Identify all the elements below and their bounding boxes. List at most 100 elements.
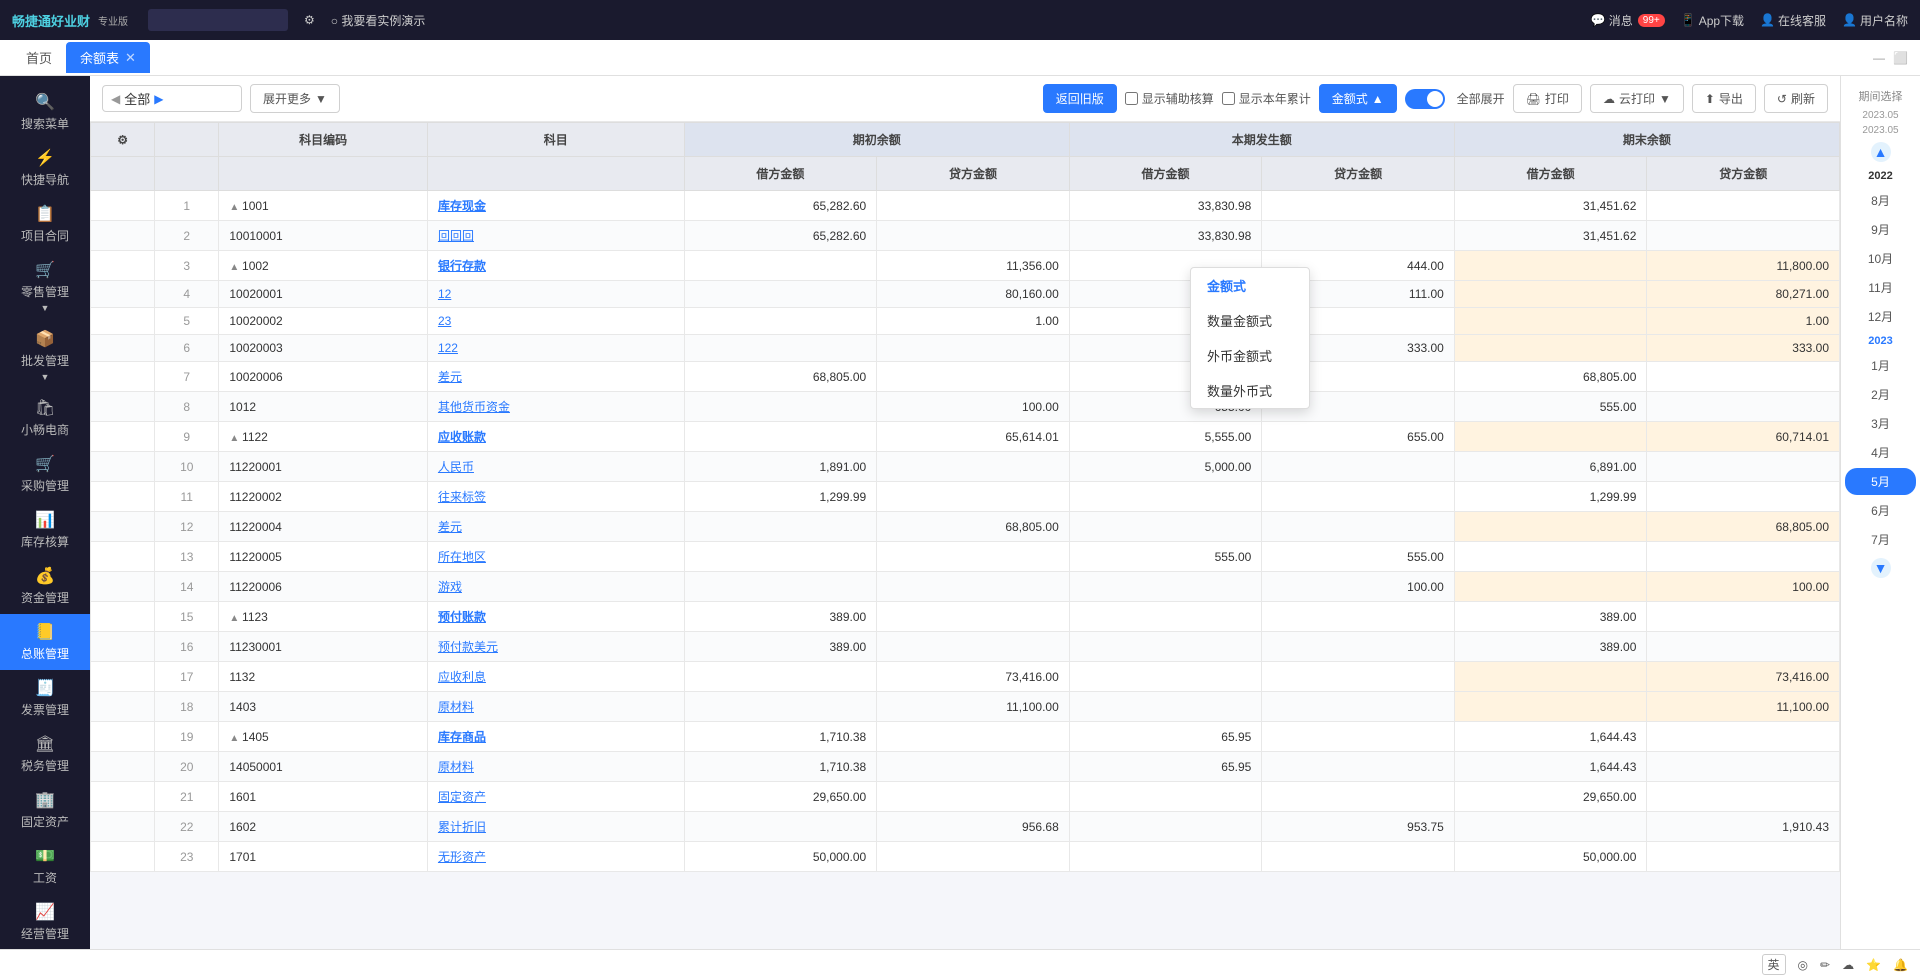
date-month-oct[interactable]: 10月 (1845, 245, 1916, 272)
amount-mode-button[interactable]: 金额式 ▲ (1319, 84, 1397, 113)
date-month-jul[interactable]: 7月 (1845, 526, 1916, 553)
cell-closing-credit: 1,910.43 (1647, 812, 1840, 842)
user-avatar[interactable]: 👤 用户名称 (1842, 12, 1908, 29)
sidebar-item-ecommerce[interactable]: 🛍 小畅电商 (0, 390, 90, 446)
export-button[interactable]: ⬆ 导出 (1692, 84, 1756, 113)
tab-home[interactable]: 首页 (12, 42, 66, 73)
refresh-button[interactable]: ↺ 刷新 (1764, 84, 1828, 113)
bottom-icon-lang[interactable]: 英 (1762, 954, 1786, 975)
dropdown-item-quantity-amount[interactable]: 数量金额式 (1191, 303, 1309, 338)
tab-close-icon[interactable]: ✕ (125, 50, 136, 66)
cell-opening-debit (684, 422, 877, 452)
date-month-jun[interactable]: 6月 (1845, 497, 1916, 524)
show-auxiliary-checkbox[interactable]: 显示辅助核算 (1125, 90, 1214, 107)
sidebar-item-invoice[interactable]: 🧾 发票管理 (0, 670, 90, 726)
bottom-icon-target[interactable]: ◎ (1798, 958, 1808, 972)
subject-link[interactable]: 12 (438, 287, 451, 301)
cell-setting (91, 452, 155, 482)
cell-opening-credit: 100.00 (877, 392, 1070, 422)
subject-link[interactable]: 库存现金 (438, 199, 486, 213)
tab-balance[interactable]: 余额表 ✕ (66, 42, 150, 73)
subject-link[interactable]: 应收账款 (438, 430, 486, 444)
settings-icon[interactable]: ⚙ (304, 13, 315, 27)
bottom-icon-star[interactable]: ⭐ (1866, 958, 1881, 972)
subject-link[interactable]: 122 (438, 341, 458, 355)
top-bar-center: ⚙ ○ 我要看实例演示 (148, 9, 425, 31)
sidebar-item-search[interactable]: 🔍 搜索菜单 (0, 84, 90, 140)
cloud-icon: ☁ (1603, 92, 1615, 106)
subject-link[interactable]: 原材料 (438, 760, 474, 774)
subject-link[interactable]: 23 (438, 314, 451, 328)
cell-closing-credit (1647, 482, 1840, 512)
print-button[interactable]: 🖨 打印 (1513, 84, 1582, 113)
subject-link[interactable]: 其他货币资金 (438, 400, 510, 414)
cell-current-credit: 953.75 (1262, 812, 1455, 842)
sidebar-item-finance[interactable]: 💰 资金管理 (0, 558, 90, 614)
sidebar-item-ledger[interactable]: 📒 总账管理 (0, 614, 90, 670)
subject-link[interactable]: 预付账款 (438, 610, 486, 624)
date-month-may[interactable]: 5月 (1845, 468, 1916, 495)
sidebar-item-management[interactable]: 📈 经营管理 (0, 894, 90, 949)
search-right-icon[interactable]: ▶ (154, 92, 163, 106)
sidebar-item-retail[interactable]: 🛒 零售管理 ▼ (0, 252, 90, 321)
expand-more-button[interactable]: 展开更多 ▼ (250, 84, 340, 113)
cell-current-debit: 5,000.00 (1069, 452, 1262, 482)
top-search-input[interactable] (148, 9, 288, 31)
subject-link[interactable]: 固定资产 (438, 790, 486, 804)
table-body: 1 ▲ 1001 库存现金 65,282.60 33,830.98 31,451… (91, 191, 1840, 872)
sidebar-item-inventory[interactable]: 📊 库存核算 (0, 502, 90, 558)
date-next-btn[interactable]: ▼ (1871, 558, 1891, 578)
demo-link[interactable]: ○ 我要看实例演示 (331, 12, 426, 29)
subject-link[interactable]: 差元 (438, 370, 462, 384)
date-month-mar[interactable]: 3月 (1845, 410, 1916, 437)
dropdown-item-amount[interactable]: 金额式 (1191, 268, 1309, 303)
show-year-total-checkbox[interactable]: 显示本年累计 (1222, 90, 1311, 107)
subject-link[interactable]: 累计折旧 (438, 820, 486, 834)
bottom-icon-cloud[interactable]: ☁ (1842, 958, 1854, 972)
maximize-icon[interactable]: ⬜ (1893, 51, 1908, 65)
subject-link[interactable]: 银行存款 (438, 259, 486, 273)
sidebar-item-assets[interactable]: 🏢 固定资产 (0, 782, 90, 838)
date-month-feb[interactable]: 2月 (1845, 381, 1916, 408)
return-old-button[interactable]: 返回旧版 (1043, 84, 1117, 113)
date-month-jan[interactable]: 1月 (1845, 352, 1916, 379)
sidebar-item-salary[interactable]: 💵 工资 (0, 838, 90, 894)
subject-link[interactable]: 所在地区 (438, 550, 486, 564)
message-button[interactable]: 💬 消息 99+ (1591, 12, 1665, 29)
subject-link[interactable]: 游戏 (438, 580, 462, 594)
subject-link[interactable]: 差元 (438, 520, 462, 534)
date-prev-btn[interactable]: ▲ (1871, 142, 1891, 162)
dropdown-item-quantity-foreign[interactable]: 数量外币式 (1191, 373, 1309, 408)
subject-link[interactable]: 原材料 (438, 700, 474, 714)
sidebar-item-wholesale[interactable]: 📦 批发管理 ▼ (0, 321, 90, 390)
date-month-dec[interactable]: 12月 (1845, 303, 1916, 330)
cell-opening-credit: 73,416.00 (877, 662, 1070, 692)
cell-closing-credit (1647, 722, 1840, 752)
subject-link[interactable]: 往来标签 (438, 490, 486, 504)
subject-link[interactable]: 预付款美元 (438, 640, 498, 654)
sidebar-item-quick-nav[interactable]: ⚡ 快捷导航 (0, 140, 90, 196)
sidebar-item-tax[interactable]: 🏛 税务管理 (0, 726, 90, 782)
date-month-aug[interactable]: 8月 (1845, 187, 1916, 214)
subject-link[interactable]: 无形资产 (438, 850, 486, 864)
cell-opening-credit: 65,614.01 (877, 422, 1070, 452)
dropdown-item-foreign-amount[interactable]: 外币金额式 (1191, 338, 1309, 373)
cloud-print-button[interactable]: ☁ 云打印 ▼ (1590, 84, 1684, 113)
date-month-sep[interactable]: 9月 (1845, 216, 1916, 243)
subject-link[interactable]: 人民币 (438, 460, 474, 474)
date-month-apr[interactable]: 4月 (1845, 439, 1916, 466)
subject-link[interactable]: 应收利息 (438, 670, 486, 684)
date-month-nov[interactable]: 11月 (1845, 274, 1916, 301)
subject-link[interactable]: 回回回 (438, 229, 474, 243)
online-service-button[interactable]: 👤 在线客服 (1760, 12, 1826, 29)
expand-all-toggle[interactable] (1405, 89, 1445, 109)
bottom-icon-edit[interactable]: ✏ (1820, 958, 1830, 972)
sidebar-item-purchase[interactable]: 🛒 采购管理 (0, 446, 90, 502)
table-row: 16 11230001 预付款美元 389.00 389.00 (91, 632, 1840, 662)
minimize-icon[interactable]: — (1873, 51, 1885, 65)
sidebar-item-project[interactable]: 📋 项目合同 (0, 196, 90, 252)
bottom-icon-bell[interactable]: 🔔 (1893, 958, 1908, 972)
subject-link[interactable]: 库存商品 (438, 730, 486, 744)
app-download-button[interactable]: 📱 App下载 (1681, 12, 1744, 29)
col-header-setting[interactable]: ⚙ (91, 123, 155, 157)
